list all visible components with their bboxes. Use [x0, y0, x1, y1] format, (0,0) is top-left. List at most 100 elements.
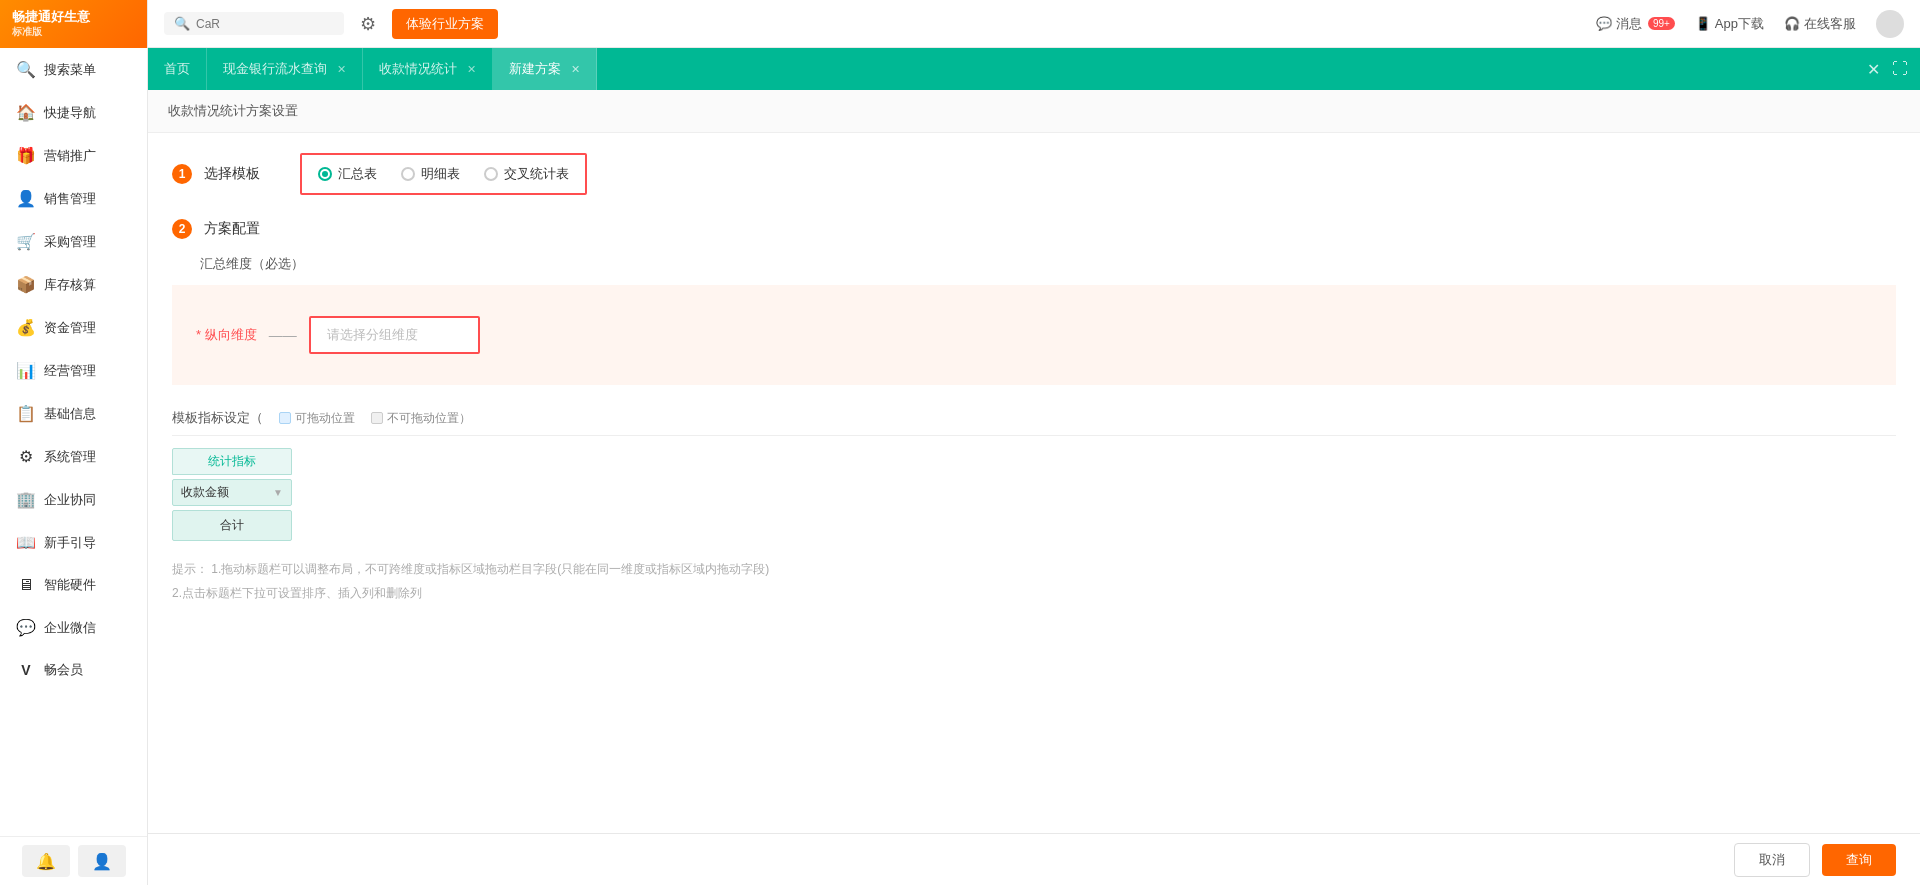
radio-cross[interactable]: 交叉统计表	[484, 165, 569, 183]
indicator-header: 模板指标设定（ 可拖动位置 不可拖动位置）	[172, 401, 1896, 436]
radio-summary-input[interactable]	[318, 167, 332, 181]
action-bar: 取消 查询	[148, 833, 1920, 885]
step1-header: 1 选择模板 汇总表 明细表	[172, 153, 1896, 195]
fixed-dot	[371, 412, 383, 424]
sidebar-bottom-btn-2[interactable]: 👤	[78, 845, 126, 877]
radio-cross-input[interactable]	[484, 167, 498, 181]
sidebar-item-label: 企业协同	[44, 491, 96, 509]
sidebar-item-label: 经营管理	[44, 362, 96, 380]
step1-section: 1 选择模板 汇总表 明细表	[172, 153, 1896, 195]
app-download-item[interactable]: 📱 App下载	[1695, 15, 1764, 33]
sales-icon: 👤	[16, 189, 36, 208]
sidebar-item-label: 智能硬件	[44, 576, 96, 594]
inventory-icon: 📦	[16, 275, 36, 294]
close-receipt-stats-tab[interactable]: ✕	[467, 63, 476, 76]
tab-cash-flow[interactable]: 现金银行流水查询 ✕	[207, 48, 363, 90]
dimension-area: * 纵向维度 —— 请选择分组维度	[172, 285, 1896, 385]
tip-2: 2.点击标题栏下拉可设置排序、插入列和删除列	[172, 581, 1896, 605]
stats-area: 统计指标 收款金额 ▼ 合计	[172, 448, 1896, 541]
sidebar-item-search-menu[interactable]: 🔍 搜索菜单	[0, 48, 147, 91]
dimension-section-title: 汇总维度（必选）	[200, 255, 1896, 273]
step2-header: 2 方案配置	[172, 219, 1896, 239]
settings-icon[interactable]: ⚙	[360, 13, 376, 35]
sidebar-item-system[interactable]: ⚙ 系统管理	[0, 435, 147, 478]
online-service-label: 在线客服	[1804, 15, 1856, 33]
wechat-icon: 💬	[16, 618, 36, 637]
user-avatar[interactable]	[1876, 10, 1904, 38]
message-badge: 99+	[1648, 17, 1675, 30]
sidebar-item-wechat[interactable]: 💬 企业微信	[0, 606, 147, 649]
sidebar-item-capital[interactable]: 💰 资金管理	[0, 306, 147, 349]
sidebar-item-guide[interactable]: 📖 新手引导	[0, 521, 147, 564]
query-button[interactable]: 查询	[1822, 844, 1896, 876]
page-content: 收款情况统计方案设置 1 选择模板 汇总表	[148, 90, 1920, 833]
close-cash-flow-tab[interactable]: ✕	[337, 63, 346, 76]
cancel-button[interactable]: 取消	[1734, 843, 1810, 877]
search-box[interactable]: 🔍	[164, 12, 344, 35]
sidebar-item-label: 营销推广	[44, 147, 96, 165]
message-label: 消息	[1616, 15, 1642, 33]
logo-edition: 标准版	[12, 25, 90, 39]
logo-name: 畅捷通好生意	[12, 9, 90, 25]
template-options: 汇总表 明细表 交叉统计表	[300, 153, 587, 195]
sidebar-item-member[interactable]: V 畅会员	[0, 649, 147, 691]
online-service-item[interactable]: 🎧 在线客服	[1784, 15, 1856, 33]
dimension-selector[interactable]: 请选择分组维度	[309, 316, 480, 354]
industry-btn[interactable]: 体验行业方案	[392, 9, 498, 39]
sidebar-item-basic-info[interactable]: 📋 基础信息	[0, 392, 147, 435]
sidebar-item-label: 资金管理	[44, 319, 96, 337]
sidebar-item-label: 销售管理	[44, 190, 96, 208]
sidebar-item-purchase[interactable]: 🛒 采购管理	[0, 220, 147, 263]
search-input[interactable]	[196, 17, 316, 31]
search-icon: 🔍	[174, 16, 190, 31]
topbar: 🔍 ⚙ 体验行业方案 💬 消息 99+ 📱 App下载 🎧 在线客服	[148, 0, 1920, 48]
config-section: 汇总维度（必选） * 纵向维度 —— 请选择分组维度	[172, 255, 1896, 621]
tab-home-label: 首页	[164, 60, 190, 78]
dimension-selector-placeholder: 请选择分组维度	[327, 327, 418, 342]
stats-tag-receipt[interactable]: 收款金额 ▼	[172, 479, 292, 506]
step2-section: 2 方案配置 汇总维度（必选） * 纵向维度 —— 请选择分组维度	[172, 219, 1896, 621]
radio-cross-label: 交叉统计表	[504, 165, 569, 183]
radio-detail-input[interactable]	[401, 167, 415, 181]
sidebar-item-label: 采购管理	[44, 233, 96, 251]
message-item[interactable]: 💬 消息 99+	[1596, 15, 1675, 33]
sidebar-item-marketing[interactable]: 🎁 营销推广	[0, 134, 147, 177]
system-icon: ⚙	[16, 447, 36, 466]
tabs-close-icon[interactable]: ✕	[1867, 60, 1880, 79]
radio-detail-label: 明细表	[421, 165, 460, 183]
tab-new-plan[interactable]: 新建方案 ✕	[493, 48, 597, 90]
dimension-row: * 纵向维度 —— 请选择分组维度	[196, 316, 480, 354]
page-header: 收款情况统计方案设置	[148, 90, 1920, 133]
stats-column-header: 统计指标	[172, 448, 292, 475]
capital-icon: 💰	[16, 318, 36, 337]
indicator-section: 模板指标设定（ 可拖动位置 不可拖动位置）	[172, 401, 1896, 621]
tabs-bar: 首页 现金银行流水查询 ✕ 收款情况统计 ✕ 新建方案 ✕ ✕ ⛶	[148, 48, 1920, 90]
sidebar-item-operation[interactable]: 📊 经营管理	[0, 349, 147, 392]
form-area: 1 选择模板 汇总表 明细表	[148, 133, 1920, 833]
sidebar-item-inventory[interactable]: 📦 库存核算	[0, 263, 147, 306]
stats-column: 统计指标 收款金额 ▼ 合计	[172, 448, 292, 541]
chevron-down-icon: ▼	[273, 487, 283, 498]
step1-label: 选择模板	[204, 165, 260, 183]
dimension-arrow: ——	[269, 327, 297, 343]
tab-receipt-stats[interactable]: 收款情况统计 ✕	[363, 48, 493, 90]
content-area: 收款情况统计方案设置 1 选择模板 汇总表	[148, 90, 1920, 833]
tabs-expand-icon[interactable]: ⛶	[1892, 60, 1908, 78]
sidebar-item-hardware[interactable]: 🖥 智能硬件	[0, 564, 147, 606]
radio-summary[interactable]: 汇总表	[318, 165, 377, 183]
sidebar-item-sales[interactable]: 👤 销售管理	[0, 177, 147, 220]
sidebar-item-enterprise[interactable]: 🏢 企业协同	[0, 478, 147, 521]
legend-movable-label: 可拖动位置	[295, 410, 355, 427]
radio-detail[interactable]: 明细表	[401, 165, 460, 183]
hardware-icon: 🖥	[16, 576, 36, 594]
service-icon: 🎧	[1784, 16, 1800, 31]
sidebar-item-label: 新手引导	[44, 534, 96, 552]
radio-summary-label: 汇总表	[338, 165, 377, 183]
sidebar-item-quick-nav[interactable]: 🏠 快捷导航	[0, 91, 147, 134]
tab-home[interactable]: 首页	[148, 48, 207, 90]
app-icon: 📱	[1695, 16, 1711, 31]
legend-movable: 可拖动位置	[279, 410, 355, 427]
sidebar-bottom-btn-1[interactable]: 🔔	[22, 845, 70, 877]
main-area: 🔍 ⚙ 体验行业方案 💬 消息 99+ 📱 App下载 🎧 在线客服 首页	[148, 0, 1920, 885]
close-new-plan-tab[interactable]: ✕	[571, 63, 580, 76]
